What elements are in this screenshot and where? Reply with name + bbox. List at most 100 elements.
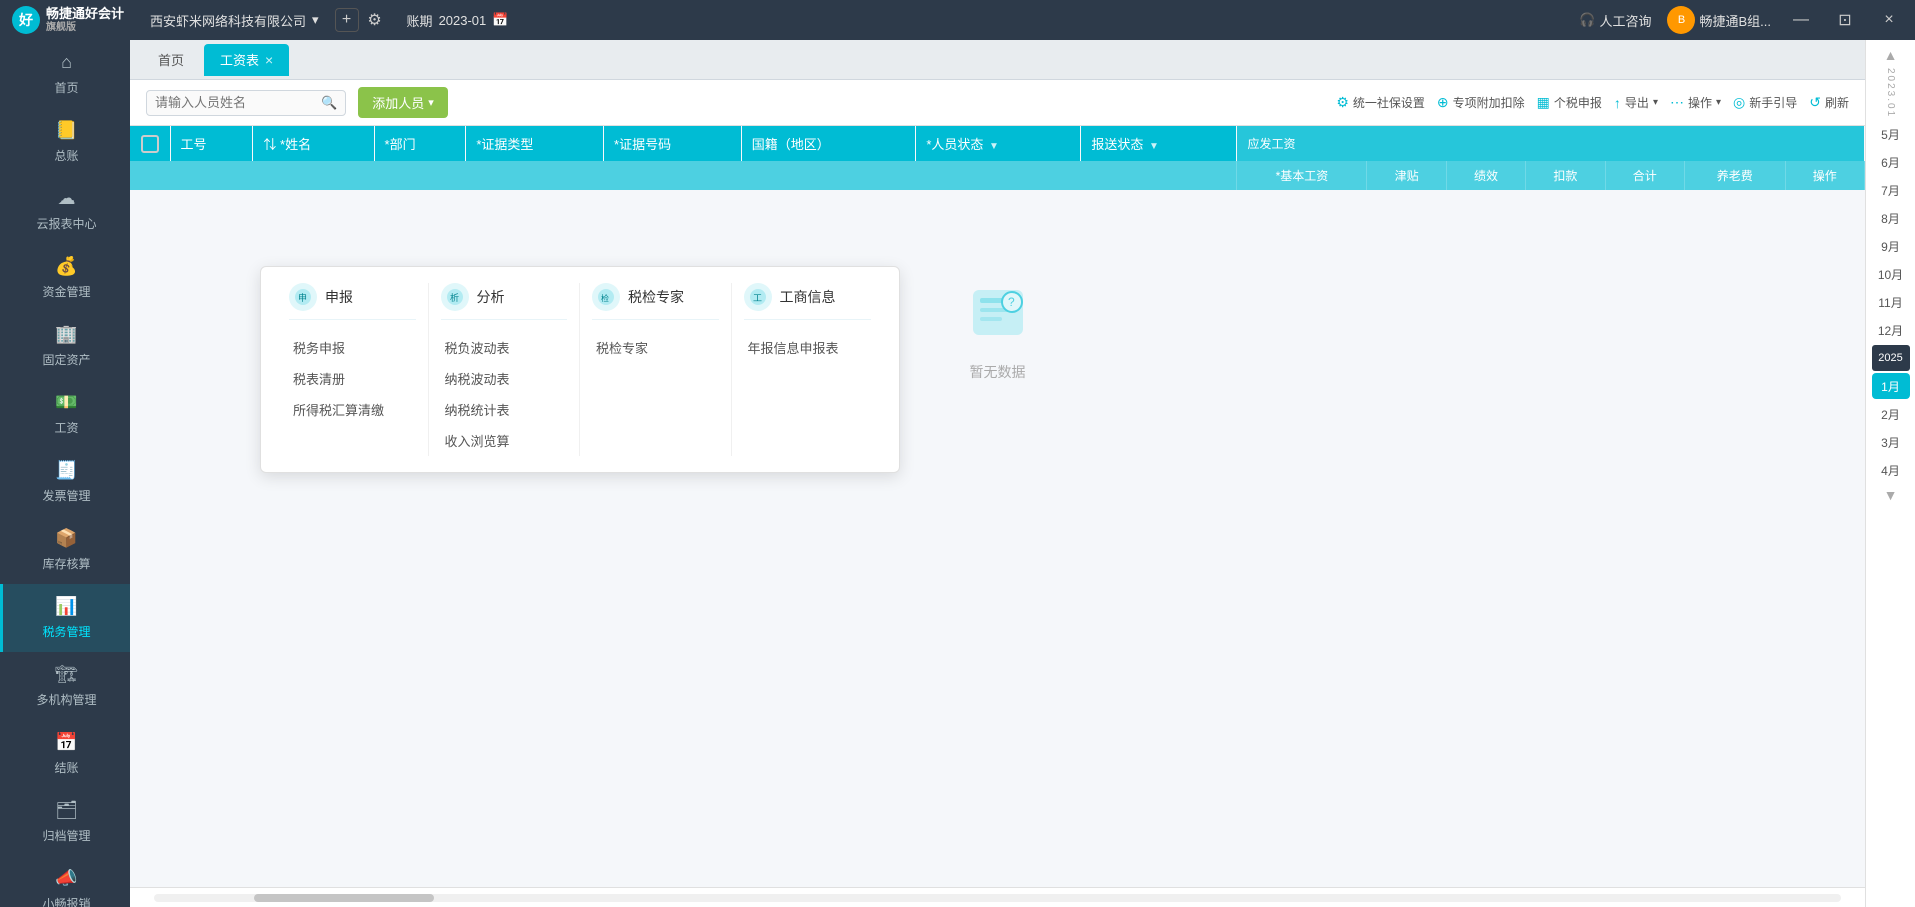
svg-text:检: 检	[601, 293, 609, 303]
sub-col-pension: 养老费	[1684, 161, 1785, 190]
sidebar-item-multi-org[interactable]: 🏗 多机构管理	[0, 652, 130, 720]
operations-label: 操作	[1688, 94, 1712, 111]
sub-col-allowance: 津贴	[1367, 161, 1446, 190]
sidebar-item-salary[interactable]: 💵 工资	[0, 380, 130, 448]
rs-month-6[interactable]: 6月	[1872, 149, 1910, 175]
sidebar-label-capital: 资金管理	[42, 283, 90, 300]
company-dropdown-icon: ▾	[312, 12, 319, 28]
mini-marketing-icon: 📣	[55, 868, 77, 889]
menu-item-tax-stats[interactable]: 纳税统计表	[441, 394, 568, 425]
rs-month-12[interactable]: 12月	[1872, 317, 1910, 343]
cloud-report-icon: ☁	[58, 188, 76, 209]
sub-col-base-salary: *基本工资	[1237, 161, 1367, 190]
menu-item-annual-report[interactable]: 年报信息申报表	[744, 332, 872, 363]
rs-month-7[interactable]: 7月	[1872, 177, 1910, 203]
sidebar-item-cloud-report[interactable]: ☁ 云报表中心	[0, 176, 130, 244]
sidebar-item-archive[interactable]: 🗂 归档管理	[0, 788, 130, 856]
user-action[interactable]: B 畅捷通B组...	[1667, 6, 1771, 34]
menu-item-tax-table[interactable]: 税表清册	[289, 363, 416, 394]
ledger-icon: 📒	[55, 120, 77, 141]
rs-month-3[interactable]: 3月	[1872, 429, 1910, 455]
rs-month-4[interactable]: 4月	[1872, 457, 1910, 483]
search-input[interactable]	[155, 95, 315, 110]
col-checkbox-header[interactable]	[130, 126, 170, 161]
sidebar-label-multi-org: 多机构管理	[36, 691, 96, 708]
add-company-button[interactable]: +	[335, 8, 359, 32]
rs-month-10[interactable]: 10月	[1872, 261, 1910, 287]
table-wrap: 工号 ⇅ *姓名 *部门 *证据类型 *证据号码 国籍（地区） *人员状态 ▼	[130, 126, 1865, 887]
sidebar-item-inventory[interactable]: 📦 库存核算	[0, 516, 130, 584]
social-insurance-action[interactable]: ⚙ 统一社保设置	[1336, 94, 1425, 111]
tax-report-action[interactable]: ▦ 个税申报	[1537, 94, 1602, 111]
menu-item-tax-payment-fluctuation[interactable]: 纳税波动表	[441, 363, 568, 394]
new-guide-action[interactable]: ◎ 新手引导	[1733, 94, 1797, 111]
sidebar-label-invoice: 发票管理	[42, 487, 90, 504]
sub-col-deduction: 扣款	[1526, 161, 1605, 190]
header-checkbox[interactable]	[141, 135, 159, 153]
menu-item-tax-declare[interactable]: 税务申报	[289, 332, 416, 363]
analysis-section-title: 分析	[477, 287, 505, 307]
sidebar-item-fixed-assets[interactable]: 🏢 固定资产	[0, 312, 130, 380]
tab-salary-close[interactable]: ×	[265, 53, 273, 67]
svg-text:析: 析	[450, 292, 459, 303]
popup-section-business-info-header: 工 工商信息	[744, 283, 872, 320]
sidebar-item-mini-marketing[interactable]: 📣 小畅报销	[0, 856, 130, 907]
new-guide-toolbar-icon: ◎	[1733, 94, 1745, 111]
col-idtype-header: *证据类型	[466, 126, 604, 161]
rs-month-5[interactable]: 5月	[1872, 121, 1910, 147]
empty-icon: ?	[958, 270, 1038, 350]
menu-item-tax-fluctuation[interactable]: 税负波动表	[441, 332, 568, 363]
sidebar-item-invoice[interactable]: 🧾 发票管理	[0, 448, 130, 516]
sidebar-item-home[interactable]: ⌂ 首页	[0, 40, 130, 108]
add-person-button[interactable]: 添加人员 ▾	[358, 87, 448, 118]
horizontal-scrollbar-thumb[interactable]	[254, 894, 434, 902]
col-status-header[interactable]: *人员状态 ▼	[916, 126, 1081, 161]
export-action[interactable]: ↑ 导出 ▾	[1614, 94, 1658, 111]
menu-item-income-browser[interactable]: 收入浏览算	[441, 425, 568, 456]
rs-scroll-up[interactable]: ▲	[1877, 44, 1905, 66]
sidebar-item-capital[interactable]: 💰 资金管理	[0, 244, 130, 312]
logo-icon: 好	[12, 6, 40, 34]
rs-month-8[interactable]: 8月	[1872, 205, 1910, 231]
window-minimize-button[interactable]: —	[1787, 6, 1815, 34]
sidebar-item-tax[interactable]: 📊 税务管理	[0, 584, 130, 652]
calendar-icon[interactable]: 📅	[492, 12, 508, 28]
sidebar-item-ledger[interactable]: 📒 总账	[0, 108, 130, 176]
col-name-header[interactable]: ⇅ *姓名	[253, 126, 374, 161]
right-sidebar: ▲ 2023.01 5月 6月 7月 8月 9月 10月 11月 12月 202…	[1865, 40, 1915, 907]
rs-month-9[interactable]: 9月	[1872, 233, 1910, 259]
special-deduction-action[interactable]: ⊕ 专项附加扣除	[1437, 94, 1525, 111]
fixed-assets-icon: 🏢	[55, 324, 77, 345]
sidebar-label-archive: 归档管理	[42, 827, 90, 844]
help-action[interactable]: 🎧 人工咨询	[1579, 11, 1651, 30]
period-value: 2023-01	[439, 13, 487, 28]
window-restore-button[interactable]: ⊡	[1831, 6, 1859, 34]
social-insurance-icon: ⚙	[1336, 94, 1349, 111]
refresh-action[interactable]: ↺ 刷新	[1809, 94, 1849, 111]
analysis-section-icon: 析	[441, 283, 469, 311]
rs-month-2[interactable]: 2月	[1872, 401, 1910, 427]
rs-month-11[interactable]: 11月	[1872, 289, 1910, 315]
tab-home[interactable]: 首页	[142, 44, 200, 76]
app-name: 畅捷通好会计	[46, 6, 124, 22]
tax-report-label: 个税申报	[1554, 94, 1602, 111]
refresh-label: 刷新	[1825, 94, 1849, 111]
sidebar-item-closing[interactable]: 📅 结账	[0, 720, 130, 788]
rs-scroll-down[interactable]: ▼	[1877, 484, 1905, 506]
horizontal-scrollbar-track[interactable]	[154, 894, 1841, 902]
rs-month-1-active[interactable]: 1月	[1872, 373, 1910, 399]
popup-section-tax-expert: 检 税检专家 税检专家	[580, 283, 732, 456]
archive-icon: 🗂	[55, 800, 78, 821]
window-close-button[interactable]: ×	[1875, 6, 1903, 34]
headset-icon: 🎧	[1579, 12, 1595, 28]
settings-icon[interactable]: ⚙	[363, 8, 387, 32]
menu-item-income-calc[interactable]: 所得税汇算清缴	[289, 394, 416, 425]
col-report-status-header[interactable]: 报送状态 ▼	[1081, 126, 1237, 161]
company-selector[interactable]: 西安虾米网络科技有限公司 ▾	[142, 7, 327, 34]
operations-icon: ⋯	[1670, 94, 1684, 111]
menu-item-tax-expert[interactable]: 税检专家	[592, 332, 719, 363]
svg-text:申: 申	[298, 292, 307, 303]
tab-salary[interactable]: 工资表 ×	[204, 44, 289, 76]
app-version: 旗舰版	[46, 22, 124, 34]
operations-action[interactable]: ⋯ 操作 ▾	[1670, 94, 1721, 111]
